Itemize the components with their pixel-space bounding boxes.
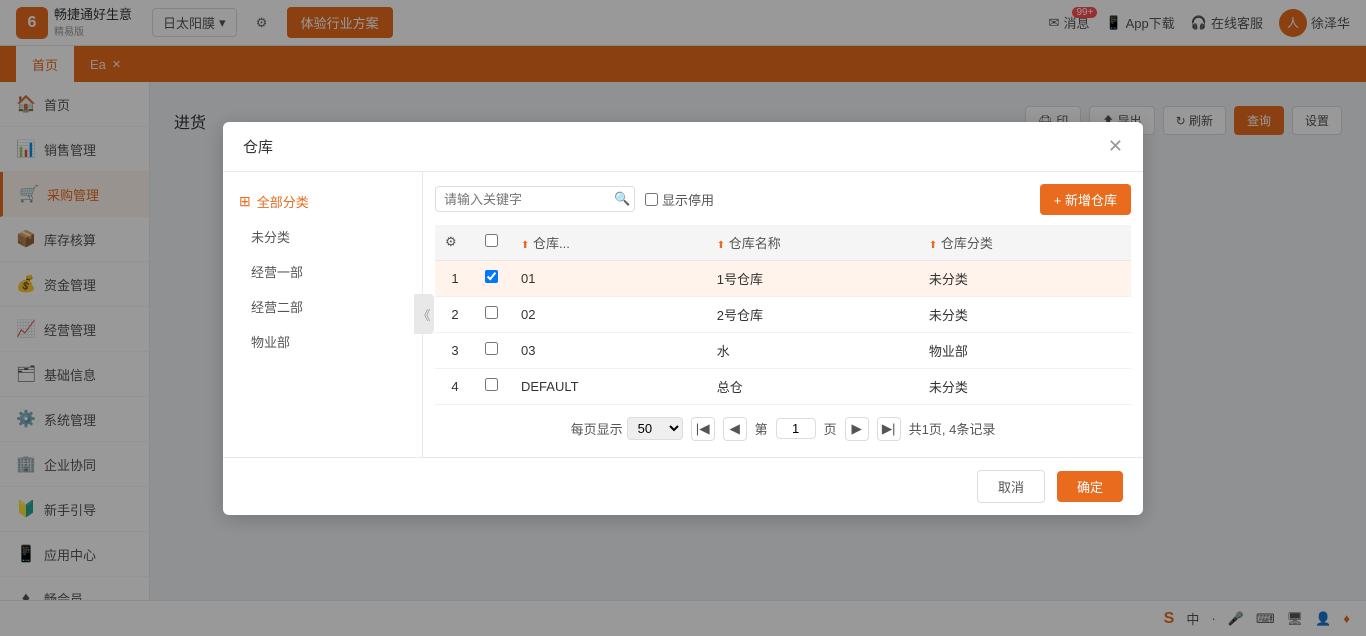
row-code-cell: 03	[511, 332, 707, 368]
table-row[interactable]: 4 DEFAULT 总仓 未分类	[435, 368, 1131, 404]
table-row[interactable]: 3 03 水 物业部	[435, 332, 1131, 368]
page-unit: 页	[824, 419, 837, 438]
select-all-checkbox[interactable]	[485, 234, 498, 247]
row-code-cell: DEFAULT	[511, 368, 707, 404]
all-categories-label: 全部分类	[257, 192, 309, 211]
row-category-cell: 物业部	[919, 332, 1131, 368]
row-checkbox-cell	[475, 296, 511, 332]
row-select-checkbox[interactable]	[485, 270, 498, 283]
modal-body: ⊞ 全部分类 未分类 经营一部 经营二部 物业部 《 🔍	[223, 172, 1143, 457]
page-size-select[interactable]: 50 100 200	[627, 417, 683, 440]
page-label: 第	[755, 419, 768, 438]
row-number: 4	[435, 368, 475, 404]
prev-page-button[interactable]: ◀	[723, 417, 747, 441]
search-input-wrap: 🔍	[435, 186, 635, 212]
confirm-button[interactable]: 确定	[1057, 471, 1123, 502]
modal-header: 仓库 ✕	[223, 122, 1143, 172]
col-category-header: ⬆ 仓库分类	[919, 225, 1131, 261]
row-select-checkbox[interactable]	[485, 306, 498, 319]
table-body: 1 01 1号仓库 未分类 2 02 2号仓库 未分类 3 03 水 物业部 4…	[435, 260, 1131, 404]
table-container: ⚙ ⬆ 仓库... ⬆ 仓库名称 ⬆ 仓库分类 1 01 1号仓库 未分类 2 …	[435, 225, 1131, 405]
show-disabled-checkbox[interactable]	[645, 193, 658, 206]
table-toolbar: 🔍 显示停用 + 新增仓库	[435, 184, 1131, 215]
row-select-checkbox[interactable]	[485, 342, 498, 355]
modal-close-button[interactable]: ✕	[1108, 136, 1123, 157]
col-settings-header: ⚙	[435, 225, 475, 261]
grid-icon: ⊞	[239, 193, 251, 210]
row-checkbox-cell	[475, 260, 511, 296]
col-code-header: ⬆ 仓库...	[511, 225, 707, 261]
col-checkbox-header	[475, 225, 511, 261]
page-size-selector: 每页显示 50 100 200	[571, 417, 683, 440]
search-input[interactable]	[444, 192, 614, 207]
row-checkbox-cell	[475, 332, 511, 368]
modal-overlay: 仓库 ✕ ⊞ 全部分类 未分类 经营一部 经营二部 物业部 《	[0, 0, 1366, 636]
category-item-property[interactable]: 物业部	[223, 324, 422, 359]
warehouse-table: ⚙ ⬆ 仓库... ⬆ 仓库名称 ⬆ 仓库分类 1 01 1号仓库 未分类 2 …	[435, 225, 1131, 405]
last-page-button[interactable]: ▶|	[877, 417, 901, 441]
row-name-cell: 1号仓库	[707, 260, 919, 296]
table-panel: 🔍 显示停用 + 新增仓库 ⚙ ⬆ 仓库... ⬆ 仓库名称 ⬆ 仓库分类	[423, 172, 1143, 457]
row-category-cell: 未分类	[919, 368, 1131, 404]
table-head: ⚙ ⬆ 仓库... ⬆ 仓库名称 ⬆ 仓库分类	[435, 225, 1131, 261]
search-icon[interactable]: 🔍	[614, 191, 630, 207]
collapse-panel-button[interactable]: 《	[414, 294, 434, 334]
row-name-cell: 总仓	[707, 368, 919, 404]
row-category-cell: 未分类	[919, 296, 1131, 332]
row-code-cell: 02	[511, 296, 707, 332]
show-disabled-label: 显示停用	[662, 190, 714, 209]
page-number-input[interactable]	[776, 418, 816, 439]
pagination: 每页显示 50 100 200 |◀ ◀ 第 页 ▶ ▶| 共1页, 4条记录	[435, 405, 1131, 445]
row-checkbox-cell	[475, 368, 511, 404]
next-page-button[interactable]: ▶	[845, 417, 869, 441]
total-info: 共1页, 4条记录	[909, 419, 996, 438]
col-name-header: ⬆ 仓库名称	[707, 225, 919, 261]
row-category-cell: 未分类	[919, 260, 1131, 296]
row-number: 3	[435, 332, 475, 368]
table-row[interactable]: 2 02 2号仓库 未分类	[435, 296, 1131, 332]
new-warehouse-button[interactable]: + 新增仓库	[1040, 184, 1131, 215]
all-categories-item[interactable]: ⊞ 全部分类	[223, 184, 422, 219]
gear-icon: ⚙	[445, 234, 457, 249]
warehouse-modal: 仓库 ✕ ⊞ 全部分类 未分类 经营一部 经营二部 物业部 《	[223, 122, 1143, 515]
per-page-label: 每页显示	[571, 419, 623, 438]
row-number: 2	[435, 296, 475, 332]
modal-footer: 取消 确定	[223, 457, 1143, 515]
category-item-ops2[interactable]: 经营二部	[223, 289, 422, 324]
row-select-checkbox[interactable]	[485, 378, 498, 391]
category-item-unclassified[interactable]: 未分类	[223, 219, 422, 254]
cancel-button[interactable]: 取消	[977, 470, 1045, 503]
category-panel: ⊞ 全部分类 未分类 经营一部 经营二部 物业部 《	[223, 172, 423, 457]
category-item-ops1[interactable]: 经营一部	[223, 254, 422, 289]
row-number: 1	[435, 260, 475, 296]
row-name-cell: 2号仓库	[707, 296, 919, 332]
row-code-cell: 01	[511, 260, 707, 296]
first-page-button[interactable]: |◀	[691, 417, 715, 441]
modal-title: 仓库	[243, 136, 273, 157]
row-name-cell: 水	[707, 332, 919, 368]
table-row[interactable]: 1 01 1号仓库 未分类	[435, 260, 1131, 296]
show-disabled-wrap: 显示停用	[645, 190, 714, 209]
